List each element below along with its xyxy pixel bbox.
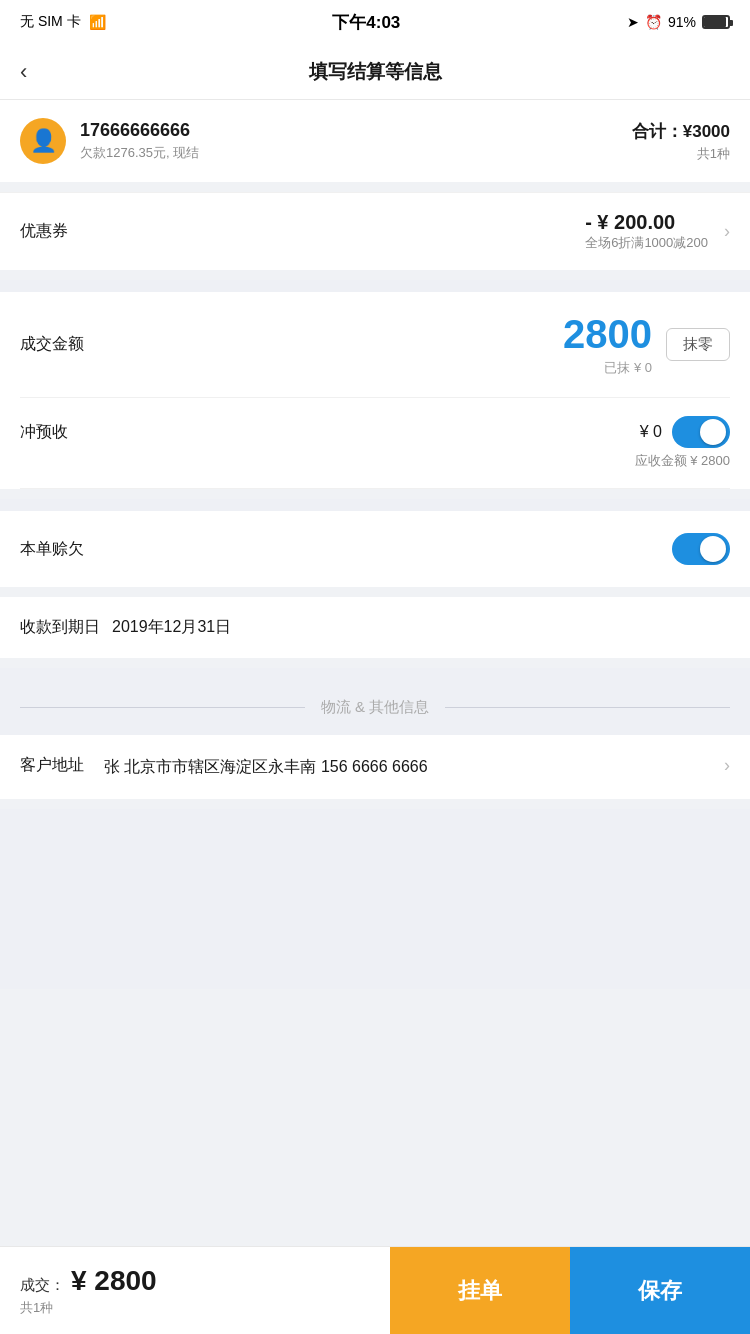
- hold-button[interactable]: 挂单: [390, 1247, 570, 1335]
- bottom-count: 共1种: [20, 1299, 370, 1317]
- wifi-icon: 📶: [89, 14, 106, 30]
- save-button[interactable]: 保存: [570, 1247, 750, 1335]
- address-section[interactable]: 客户地址 张 北京市市辖区海淀区永丰南 156 6666 6666 ›: [0, 735, 750, 799]
- date-row: 收款到期日 2019年12月31日: [20, 617, 730, 638]
- bottom-deal-label: 成交：: [20, 1276, 65, 1295]
- toggle-knob: [700, 419, 726, 445]
- deal-label: 成交金额: [20, 334, 100, 355]
- status-bar: 无 SIM 卡 📶 下午4:03 ➤ ⏰ 91%: [0, 0, 750, 44]
- total-count: 共1种: [632, 145, 730, 163]
- coupon-section[interactable]: 优惠券 - ¥ 200.00 全场6折满1000减200 ›: [0, 192, 750, 270]
- amount-col: 2800 已抹 ¥ 0: [563, 312, 652, 377]
- section-divider-2: [0, 499, 750, 511]
- address-chevron-icon: ›: [724, 755, 730, 776]
- deal-amount: 2800: [563, 312, 652, 357]
- bend-toggle[interactable]: [672, 533, 730, 565]
- coupon-right: - ¥ 200.00 全场6折满1000减200 ›: [585, 211, 730, 252]
- date-section: 收款到期日 2019年12月31日: [0, 597, 750, 658]
- chong-top: 冲预收 ¥ 0: [20, 416, 730, 448]
- coupon-desc: 全场6折满1000减200: [585, 234, 708, 252]
- avatar: 👤: [20, 118, 66, 164]
- deal-amount-row: 成交金额 2800 已抹 ¥ 0 抹零: [20, 292, 730, 398]
- coupon-discount: - ¥ 200.00: [585, 211, 708, 234]
- customer-phone: 17666666666: [80, 120, 199, 141]
- battery-percent: 91%: [668, 14, 696, 30]
- logistics-line-left: [20, 707, 305, 708]
- status-left: 无 SIM 卡 📶: [20, 13, 106, 31]
- bottom-left: 成交： ¥ 2800 共1种: [0, 1265, 390, 1317]
- address-label: 客户地址: [20, 755, 90, 776]
- total-amount: 合计：¥3000: [632, 120, 730, 143]
- location-icon: ➤: [627, 14, 639, 30]
- date-label: 收款到期日: [20, 617, 100, 638]
- alarm-icon: ⏰: [645, 14, 662, 30]
- content: 👤 17666666666 欠款1276.35元, 现结 合计：¥3000 共1…: [0, 100, 750, 1089]
- section-divider-1: [0, 280, 750, 292]
- customer-info: 17666666666 欠款1276.35元, 现结: [80, 120, 199, 162]
- bend-row: 本单赊欠: [20, 511, 730, 587]
- chevron-right-icon: ›: [724, 221, 730, 242]
- chong-label: 冲预收: [20, 422, 68, 443]
- bend-label: 本单赊欠: [20, 539, 84, 560]
- section-divider-3: [0, 668, 750, 680]
- chong-amount: ¥ 0: [640, 423, 662, 441]
- coupon-info: - ¥ 200.00 全场6折满1000减200: [585, 211, 708, 252]
- logistics-title: 物流 & 其他信息: [321, 698, 429, 717]
- chong-sub: 应收金额 ¥ 2800: [20, 452, 730, 470]
- customer-debt: 欠款1276.35元, 现结: [80, 144, 199, 162]
- deal-value: 2800 已抹 ¥ 0 抹零: [563, 312, 730, 377]
- gray-fill: [0, 809, 750, 989]
- status-right: ➤ ⏰ 91%: [627, 14, 730, 30]
- logistics-line-right: [445, 707, 730, 708]
- bottom-deal: 成交： ¥ 2800: [20, 1265, 370, 1297]
- back-button[interactable]: ‹: [20, 59, 27, 85]
- customer-left: 👤 17666666666 欠款1276.35元, 现结: [20, 118, 199, 164]
- address-left: 客户地址 张 北京市市辖区海淀区永丰南 156 6666 6666: [20, 755, 428, 779]
- bottom-bar: 成交： ¥ 2800 共1种 挂单 保存: [0, 1246, 750, 1334]
- chong-row: 冲预收 ¥ 0 应收金额 ¥ 2800: [20, 398, 730, 489]
- deal-sub: 已抹 ¥ 0: [563, 359, 652, 377]
- chong-right: ¥ 0: [640, 416, 730, 448]
- address-value: 张 北京市市辖区海淀区永丰南 156 6666 6666: [104, 755, 428, 779]
- round-button[interactable]: 抹零: [666, 328, 730, 361]
- form-section: 成交金额 2800 已抹 ¥ 0 抹零 冲预收 ¥ 0 应收金额: [0, 292, 750, 489]
- no-sim-text: 无 SIM 卡: [20, 13, 81, 31]
- customer-total: 合计：¥3000 共1种: [632, 120, 730, 163]
- bottom-deal-amount: ¥ 2800: [71, 1265, 157, 1297]
- customer-section: 👤 17666666666 欠款1276.35元, 现结 合计：¥3000 共1…: [0, 100, 750, 182]
- battery-icon: [702, 15, 730, 29]
- status-time: 下午4:03: [332, 11, 400, 34]
- bend-toggle-knob: [700, 536, 726, 562]
- nav-bar: ‹ 填写结算等信息: [0, 44, 750, 100]
- bend-section: 本单赊欠: [0, 511, 750, 587]
- page-title: 填写结算等信息: [309, 59, 442, 85]
- date-value: 2019年12月31日: [112, 617, 231, 638]
- logistics-header: 物流 & 其他信息: [0, 680, 750, 735]
- coupon-label: 优惠券: [20, 221, 68, 242]
- chong-toggle[interactable]: [672, 416, 730, 448]
